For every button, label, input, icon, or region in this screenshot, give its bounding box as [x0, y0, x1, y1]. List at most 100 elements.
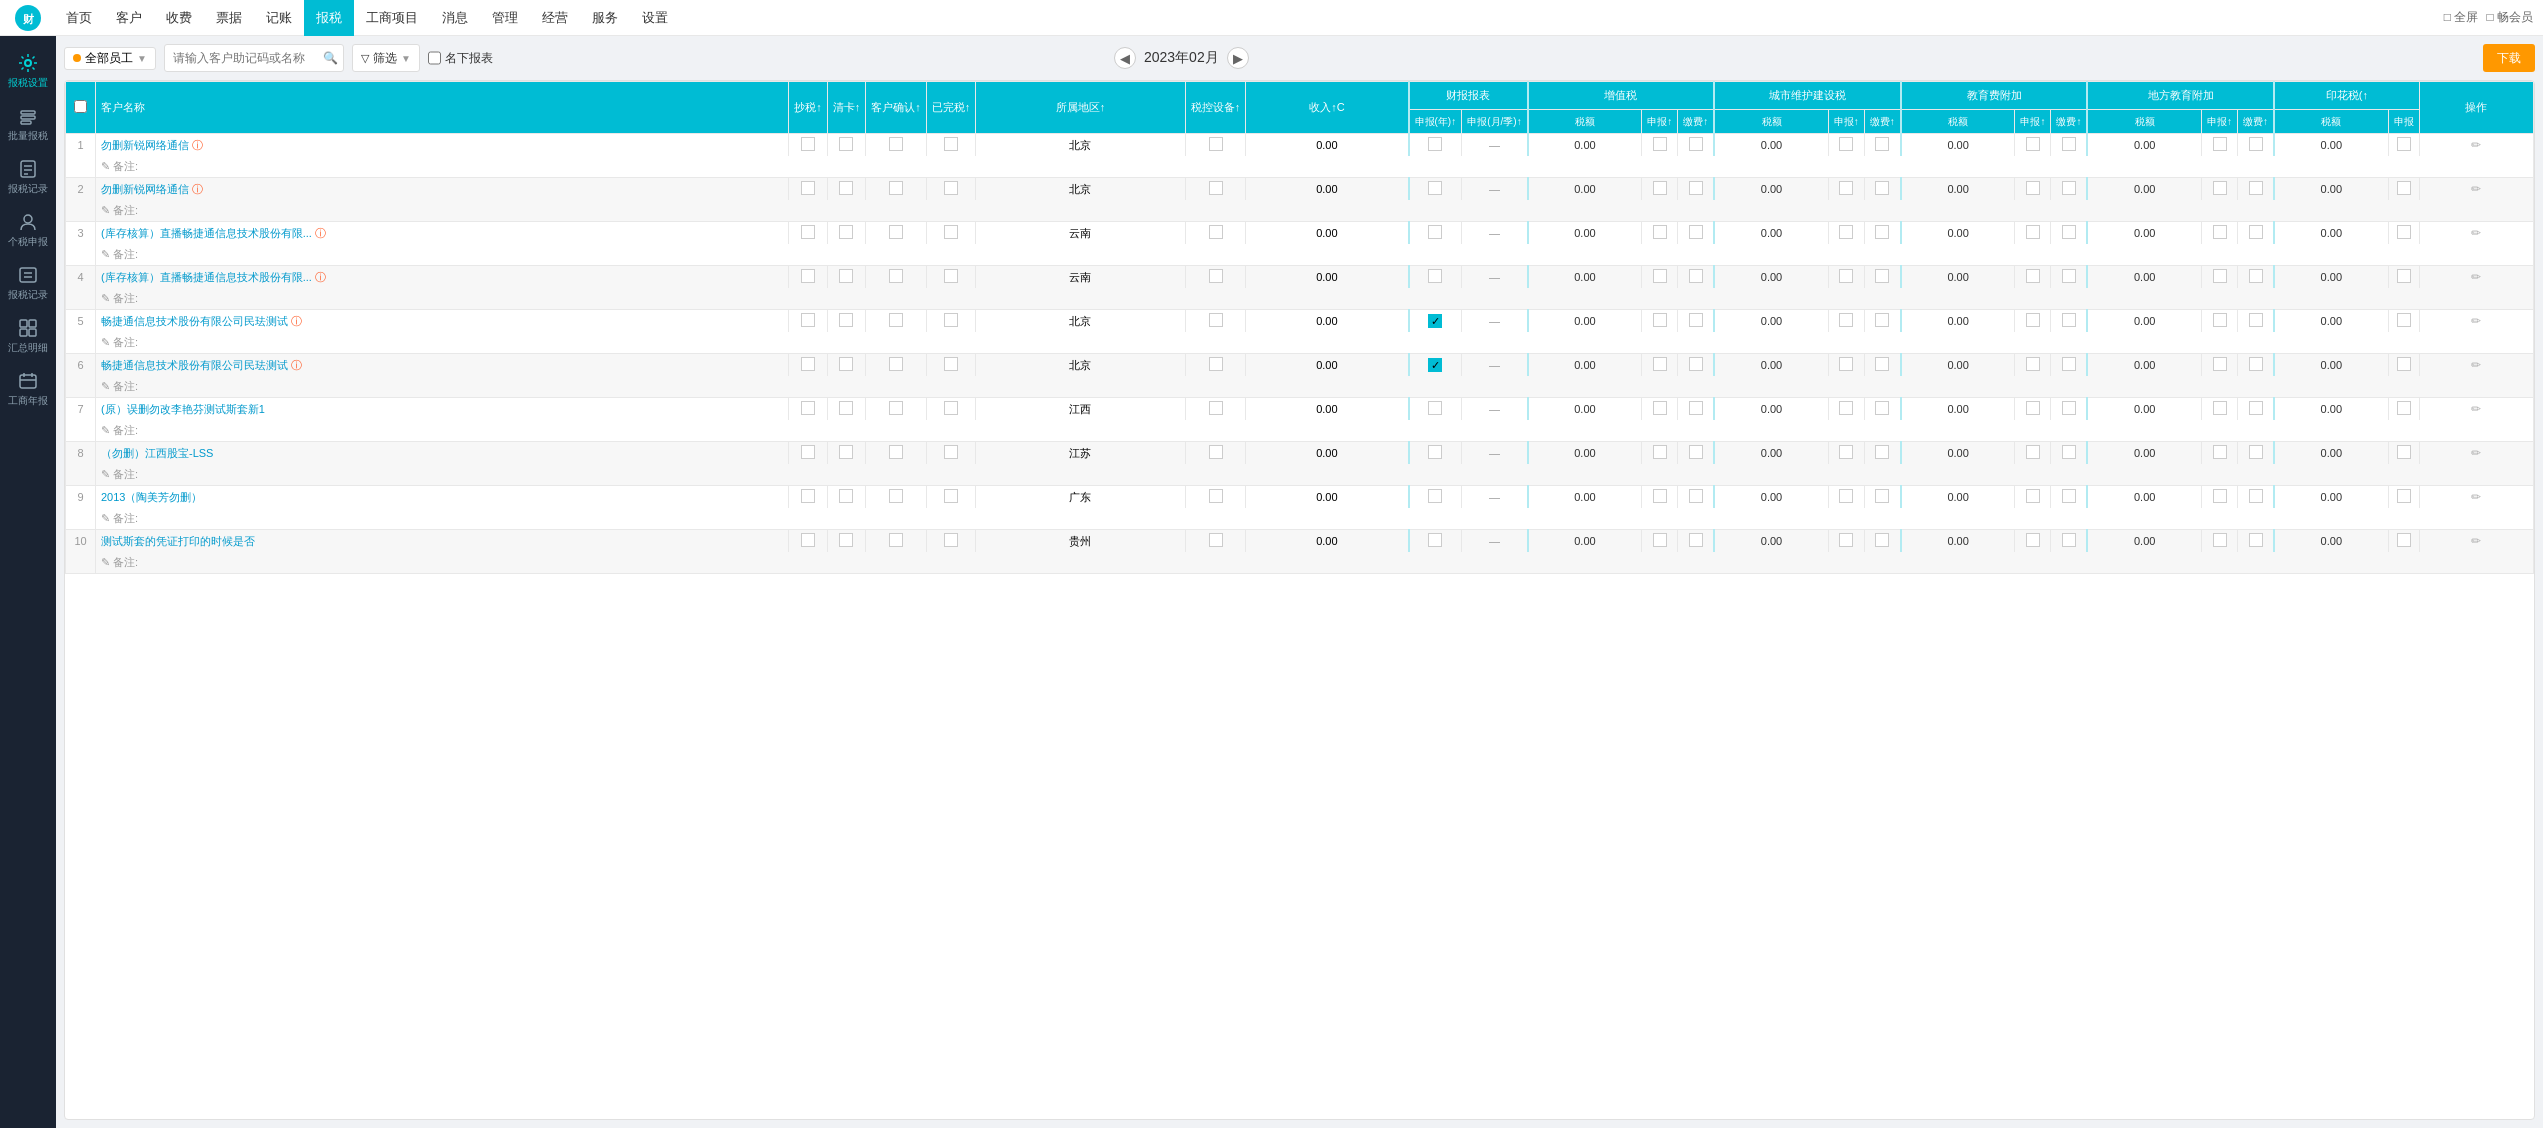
- checkbox-unchecked[interactable]: [2026, 445, 2040, 459]
- action-cell-9[interactable]: ✏: [2419, 486, 2533, 509]
- nav-settings[interactable]: 设置: [630, 0, 680, 36]
- checkbox-unchecked[interactable]: [2213, 401, 2227, 415]
- df-shenbao-7[interactable]: [2202, 398, 2238, 421]
- checkbox-unchecked[interactable]: [1689, 489, 1703, 503]
- pencil-icon-10[interactable]: ✎: [101, 556, 110, 569]
- kehuqueren-cell-7[interactable]: [866, 398, 927, 421]
- kehuqueren-cell-4[interactable]: [866, 266, 927, 289]
- checkbox-unchecked[interactable]: [1653, 225, 1667, 239]
- checkbox-unchecked[interactable]: [2397, 533, 2411, 547]
- df-jiaofei-3[interactable]: [2238, 222, 2275, 245]
- cs-jiaofei-5[interactable]: [1864, 310, 1901, 333]
- action-cell-1[interactable]: ✏: [2419, 134, 2533, 157]
- qingka-cell-7[interactable]: [827, 398, 866, 421]
- checkbox-unchecked[interactable]: [839, 269, 853, 283]
- cs-shenbao-6[interactable]: [1828, 354, 1864, 377]
- checkbox-unchecked[interactable]: [1875, 533, 1889, 547]
- yhj-shenbao-5[interactable]: [2388, 310, 2419, 333]
- cs-shenbao-9[interactable]: [1828, 486, 1864, 509]
- nav-service[interactable]: 服务: [580, 0, 630, 36]
- df-jiaofei-6[interactable]: [2238, 354, 2275, 377]
- caibao-nian-10[interactable]: [1409, 530, 1462, 553]
- zzs-jiaofei-2[interactable]: [1678, 178, 1715, 201]
- cs-shenbao-1[interactable]: [1828, 134, 1864, 157]
- caibao-month-5[interactable]: —: [1462, 310, 1528, 333]
- checkbox-unchecked[interactable]: [1689, 445, 1703, 459]
- checkbox-unchecked[interactable]: [1653, 313, 1667, 327]
- checkbox-unchecked[interactable]: [2249, 137, 2263, 151]
- action-cell-7[interactable]: ✏: [2419, 398, 2533, 421]
- checkbox-unchecked[interactable]: [2026, 181, 2040, 195]
- caibao-month-4[interactable]: —: [1462, 266, 1528, 289]
- checkbox-unchecked[interactable]: [2062, 181, 2076, 195]
- checkbox-unchecked[interactable]: [2213, 357, 2227, 371]
- jy-shenbao-9[interactable]: [2015, 486, 2051, 509]
- yiwanshu-cell-7[interactable]: [926, 398, 976, 421]
- kehuqueren-cell-8[interactable]: [866, 442, 927, 465]
- checkbox-unchecked[interactable]: [889, 181, 903, 195]
- checkbox-unchecked[interactable]: [889, 357, 903, 371]
- df-jiaofei-10[interactable]: [2238, 530, 2275, 553]
- qingka-cell-4[interactable]: [827, 266, 866, 289]
- df-shenbao-5[interactable]: [2202, 310, 2238, 333]
- yhj-shenbao-3[interactable]: [2388, 222, 2419, 245]
- checkbox-unchecked[interactable]: [2062, 313, 2076, 327]
- checkbox-unchecked[interactable]: [839, 225, 853, 239]
- jy-jiaofei-4[interactable]: [2051, 266, 2088, 289]
- pencil-icon-7[interactable]: ✎: [101, 424, 110, 437]
- df-shenbao-8[interactable]: [2202, 442, 2238, 465]
- checkbox-unchecked[interactable]: [1839, 445, 1853, 459]
- cs-shenbao-8[interactable]: [1828, 442, 1864, 465]
- action-cell-4[interactable]: ✏: [2419, 266, 2533, 289]
- chaoshu-cell-5[interactable]: [789, 310, 828, 333]
- checkbox-unchecked[interactable]: [1653, 489, 1667, 503]
- zzs-shenbao-5[interactable]: [1642, 310, 1678, 333]
- select-all-checkbox[interactable]: [74, 100, 87, 113]
- checkbox-unchecked[interactable]: [839, 137, 853, 151]
- checkbox-unchecked[interactable]: [1209, 445, 1223, 459]
- checkbox-unchecked[interactable]: [1428, 181, 1442, 195]
- checkbox-unchecked[interactable]: [1875, 269, 1889, 283]
- kehuqueren-cell-6[interactable]: [866, 354, 927, 377]
- checkbox-unchecked[interactable]: [889, 445, 903, 459]
- vip-btn[interactable]: □ 畅会员: [2486, 9, 2533, 26]
- filter-btn[interactable]: ▽ 筛选 ▼: [352, 44, 420, 72]
- checkbox-unchecked[interactable]: [1875, 489, 1889, 503]
- checkbox-unchecked[interactable]: [1875, 313, 1889, 327]
- checkbox-unchecked[interactable]: [1209, 181, 1223, 195]
- chaoshu-cell-6[interactable]: [789, 354, 828, 377]
- yiwanshu-cell-4[interactable]: [926, 266, 976, 289]
- jy-shenbao-10[interactable]: [2015, 530, 2051, 553]
- cs-shenbao-7[interactable]: [1828, 398, 1864, 421]
- checkbox-unchecked[interactable]: [1209, 401, 1223, 415]
- jy-jiaofei-6[interactable]: [2051, 354, 2088, 377]
- checkbox-unchecked[interactable]: [1653, 445, 1667, 459]
- checkbox-unchecked[interactable]: [801, 181, 815, 195]
- jy-jiaofei-8[interactable]: [2051, 442, 2088, 465]
- checkbox-unchecked[interactable]: [2026, 533, 2040, 547]
- checkbox-checked[interactable]: ✓: [1428, 314, 1442, 328]
- pencil-icon-5[interactable]: ✎: [101, 336, 110, 349]
- zzs-jiaofei-3[interactable]: [1678, 222, 1715, 245]
- sidebar-item-baoshuijilu[interactable]: 报税记录: [0, 150, 56, 203]
- checkbox-unchecked[interactable]: [1653, 401, 1667, 415]
- checkbox-unchecked[interactable]: [801, 489, 815, 503]
- checkbox-unchecked[interactable]: [944, 533, 958, 547]
- chaoshu-cell-3[interactable]: [789, 222, 828, 245]
- df-jiaofei-5[interactable]: [2238, 310, 2275, 333]
- caibao-nian-7[interactable]: [1409, 398, 1462, 421]
- checkbox-unchecked[interactable]: [1689, 269, 1703, 283]
- checkbox-unchecked[interactable]: [1689, 181, 1703, 195]
- checkbox-unchecked[interactable]: [801, 533, 815, 547]
- zzs-shenbao-6[interactable]: [1642, 354, 1678, 377]
- kehuqueren-cell-10[interactable]: [866, 530, 927, 553]
- action-cell-3[interactable]: ✏: [2419, 222, 2533, 245]
- checkbox-unchecked[interactable]: [839, 313, 853, 327]
- df-shenbao-9[interactable]: [2202, 486, 2238, 509]
- checkbox-unchecked[interactable]: [1839, 357, 1853, 371]
- checkbox-unchecked[interactable]: [1839, 181, 1853, 195]
- checkbox-unchecked[interactable]: [1653, 137, 1667, 151]
- shuikong-cell-8[interactable]: [1185, 442, 1246, 465]
- chaoshu-cell-7[interactable]: [789, 398, 828, 421]
- checkbox-unchecked[interactable]: [1875, 137, 1889, 151]
